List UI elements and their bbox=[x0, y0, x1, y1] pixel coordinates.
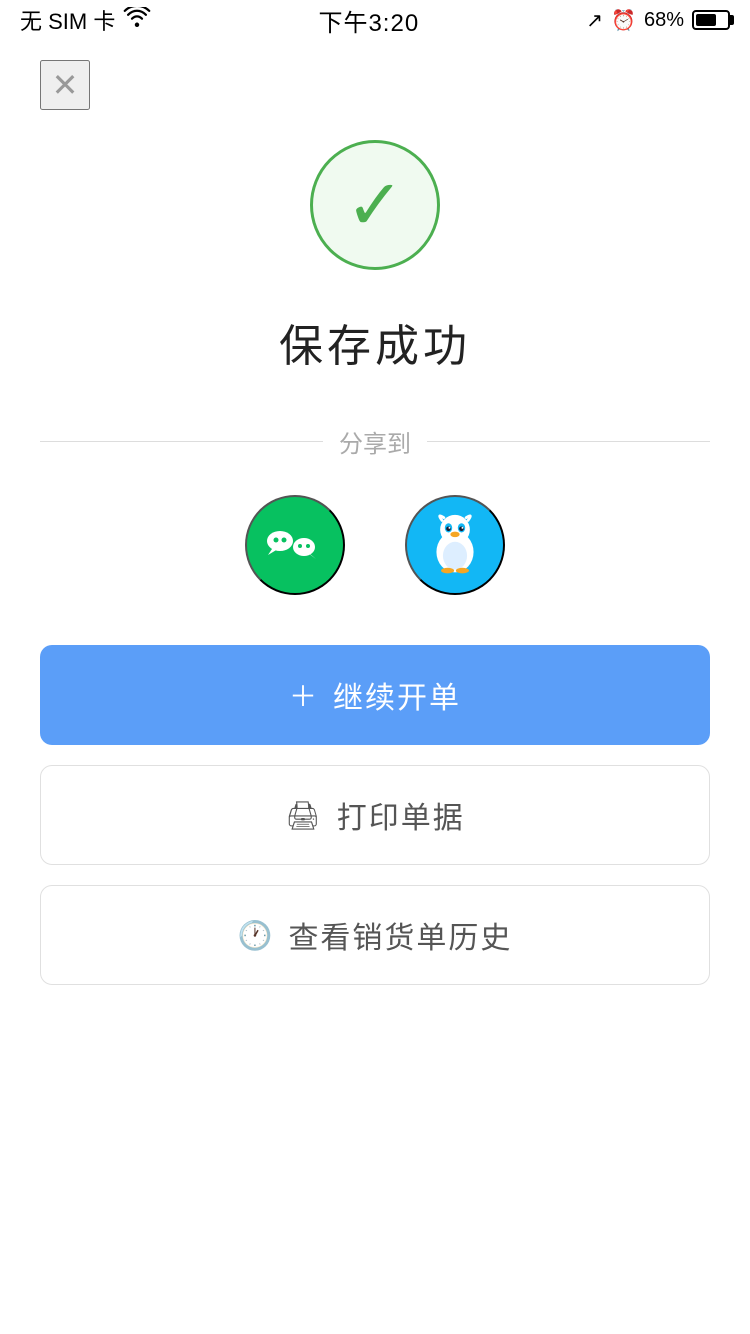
continue-button[interactable]: ＋ 继续开单 bbox=[40, 645, 710, 745]
close-button[interactable]: ✕ bbox=[40, 60, 90, 110]
share-divider-row: 分享到 bbox=[40, 424, 710, 459]
printer-icon: 🖨 bbox=[285, 799, 323, 832]
status-bar: 无 SIM 卡 下午3:20 ↗ ⏰ 68% bbox=[0, 0, 750, 40]
action-buttons: ＋ 继续开单 🖨 打印单据 🕐 查看销货单历史 bbox=[40, 645, 710, 985]
location-icon: ↗ bbox=[586, 8, 603, 33]
battery-icon bbox=[692, 10, 730, 30]
print-label: 打印单据 bbox=[337, 793, 465, 837]
share-icons-row bbox=[245, 495, 505, 595]
qq-icon bbox=[425, 513, 485, 578]
carrier-text: 无 SIM 卡 bbox=[20, 4, 115, 36]
wechat-icon bbox=[266, 519, 324, 571]
wifi-icon bbox=[123, 7, 151, 33]
battery-text: 68% bbox=[644, 9, 684, 32]
close-icon: ✕ bbox=[52, 69, 79, 101]
continue-label: 继续开单 bbox=[333, 673, 461, 717]
divider-right bbox=[427, 441, 710, 442]
page-content: ✕ ✓ 保存成功 分享到 bbox=[0, 40, 750, 1334]
status-right: ↗ ⏰ 68% bbox=[586, 8, 730, 33]
alarm-icon: ⏰ bbox=[611, 8, 636, 33]
success-title: 保存成功 bbox=[279, 310, 471, 374]
checkmark-icon: ✓ bbox=[346, 170, 405, 240]
share-qq-button[interactable] bbox=[405, 495, 505, 595]
clock-icon: 🕐 bbox=[238, 919, 275, 952]
status-time: 下午3:20 bbox=[318, 3, 419, 38]
share-wechat-button[interactable] bbox=[245, 495, 345, 595]
share-section: 分享到 bbox=[40, 424, 710, 595]
print-button[interactable]: 🖨 打印单据 bbox=[40, 765, 710, 865]
history-label: 查看销货单历史 bbox=[288, 913, 512, 957]
success-indicator: ✓ bbox=[310, 140, 440, 270]
history-button[interactable]: 🕐 查看销货单历史 bbox=[40, 885, 710, 985]
share-label: 分享到 bbox=[339, 424, 411, 459]
status-left: 无 SIM 卡 bbox=[20, 4, 151, 36]
plus-icon: ＋ bbox=[289, 675, 319, 715]
divider-left bbox=[40, 441, 323, 442]
